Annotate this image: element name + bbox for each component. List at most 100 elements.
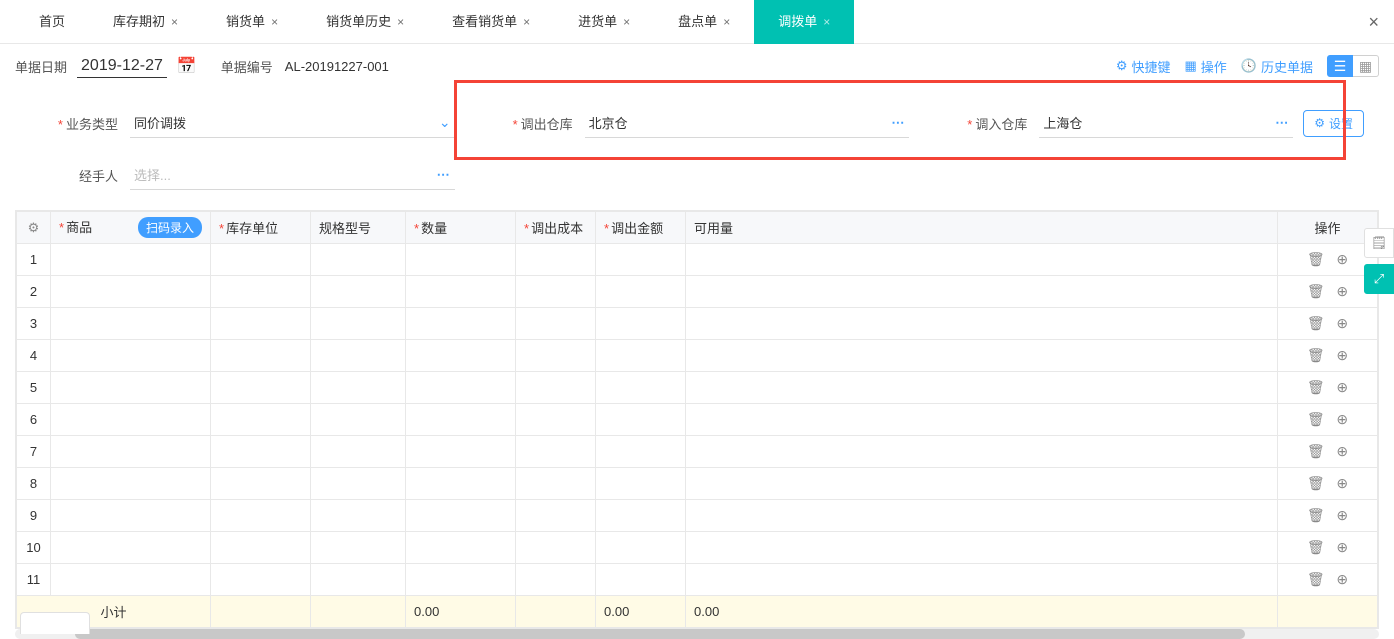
handler-select[interactable]: 选择... ⋯ — [130, 160, 455, 190]
tab-sales-history[interactable]: 销货单历史× — [302, 0, 428, 44]
history-icon: 🕓 — [1241, 58, 1257, 74]
table-row[interactable]: 9 🗑 ⊕ — [17, 500, 1378, 532]
toolbar: 单据日期 2019-12-27 📅 单据编号 AL-20191227-001 ⚙… — [0, 44, 1394, 88]
add-icon[interactable]: ⊕ — [1336, 315, 1348, 331]
view-toggle: ☰ ▦ — [1327, 55, 1379, 77]
row-number: 9 — [17, 500, 51, 532]
delete-icon[interactable]: 🗑 — [1307, 379, 1325, 395]
delete-icon[interactable]: 🗑 — [1307, 443, 1325, 459]
col-product: 商品扫码录入 — [51, 212, 211, 244]
delete-icon[interactable]: 🗑 — [1307, 475, 1325, 491]
delete-icon[interactable]: 🗑 — [1307, 315, 1325, 331]
in-warehouse-select[interactable]: 上海仓 ⋯ — [1039, 108, 1293, 138]
comment-button[interactable]: 🗒 — [1364, 228, 1394, 258]
table-row[interactable]: 6 🗑 ⊕ — [17, 404, 1378, 436]
subtotal-out-amount: 0.00 — [596, 596, 686, 628]
subtotal-row: 小计 0.00 0.00 0.00 — [17, 596, 1378, 628]
close-icon[interactable]: × — [823, 0, 830, 44]
form-area: *业务类型 同价调拨 ⌄ *调出仓库 北京仓 ⋯ *调入仓库 上海仓 ⋯ ⚙设置… — [0, 88, 1394, 200]
calendar-icon[interactable]: 📅 — [177, 56, 197, 76]
tabs-bar: 首页 库存期初× 销货单× 销货单历史× 查看销货单× 进货单× 盘点单× 调拨… — [0, 0, 1394, 44]
view-list-button[interactable]: ☰ — [1327, 55, 1353, 77]
col-available: 可用量 — [686, 212, 1278, 244]
float-buttons: 🗒 ⤢ — [1364, 228, 1394, 300]
col-out-amount: 调出金额 — [596, 212, 686, 244]
close-icon[interactable]: × — [397, 0, 404, 44]
table-row[interactable]: 2 🗑 ⊕ — [17, 276, 1378, 308]
gear-icon: ⚙ — [1314, 116, 1325, 130]
delete-icon[interactable]: 🗑 — [1307, 539, 1325, 555]
delete-icon[interactable]: 🗑 — [1307, 507, 1325, 523]
tab-home[interactable]: 首页 — [15, 0, 89, 44]
operate-link[interactable]: ▦操作 — [1184, 57, 1226, 76]
biz-type-select[interactable]: 同价调拨 ⌄ — [130, 108, 455, 138]
add-icon[interactable]: ⊕ — [1336, 443, 1348, 459]
delete-icon[interactable]: 🗑 — [1307, 571, 1325, 587]
tab-stock-init[interactable]: 库存期初× — [89, 0, 202, 44]
close-all-tabs[interactable]: × — [1368, 12, 1379, 33]
add-icon[interactable]: ⊕ — [1336, 347, 1348, 363]
more-icon[interactable]: ⋯ — [891, 115, 905, 131]
scan-badge[interactable]: 扫码录入 — [138, 217, 202, 238]
gear-column-header[interactable]: ⚙ — [17, 212, 51, 244]
row-number: 6 — [17, 404, 51, 436]
table-row[interactable]: 8 🗑 ⊕ — [17, 468, 1378, 500]
in-warehouse-label: *调入仓库 — [939, 114, 1039, 133]
bill-number-value: AL-20191227-001 — [285, 59, 389, 74]
view-grid-button[interactable]: ▦ — [1353, 55, 1379, 77]
gear-icon: ⚙ — [1116, 58, 1128, 74]
table-row[interactable]: 7 🗑 ⊕ — [17, 436, 1378, 468]
table-row[interactable]: 4 🗑 ⊕ — [17, 340, 1378, 372]
date-input[interactable]: 2019-12-27 — [77, 55, 167, 78]
close-icon[interactable]: × — [523, 0, 530, 44]
add-icon[interactable]: ⊕ — [1336, 507, 1348, 523]
add-icon[interactable]: ⊕ — [1336, 475, 1348, 491]
bottom-dock[interactable] — [20, 612, 90, 634]
row-number: 8 — [17, 468, 51, 500]
history-link[interactable]: 🕓历史单据 — [1241, 57, 1313, 76]
close-icon[interactable]: × — [171, 0, 178, 44]
table-row[interactable]: 11 🗑 ⊕ — [17, 564, 1378, 596]
delete-icon[interactable]: 🗑 — [1307, 251, 1325, 267]
add-icon[interactable]: ⊕ — [1336, 379, 1348, 395]
add-icon[interactable]: ⊕ — [1336, 539, 1348, 555]
shortcut-link[interactable]: ⚙快捷键 — [1116, 57, 1171, 76]
expand-button[interactable]: ⤢ — [1364, 264, 1394, 294]
close-icon[interactable]: × — [723, 0, 730, 44]
horizontal-scrollbar[interactable] — [15, 629, 1379, 639]
add-icon[interactable]: ⊕ — [1336, 411, 1348, 427]
date-label: 单据日期 — [15, 57, 67, 76]
add-icon[interactable]: ⊕ — [1336, 571, 1348, 587]
tab-sales-order[interactable]: 销货单× — [202, 0, 302, 44]
close-icon[interactable]: × — [623, 0, 630, 44]
table-row[interactable]: 10 🗑 ⊕ — [17, 532, 1378, 564]
more-icon[interactable]: ⋯ — [437, 167, 451, 183]
bill-number-label: 单据编号 — [221, 57, 273, 76]
row-number: 5 — [17, 372, 51, 404]
table-row[interactable]: 3 🗑 ⊕ — [17, 308, 1378, 340]
table-row[interactable]: 5 🗑 ⊕ — [17, 372, 1378, 404]
tab-view-sales[interactable]: 查看销货单× — [428, 0, 554, 44]
settings-button[interactable]: ⚙设置 — [1303, 110, 1364, 137]
subtotal-qty: 0.00 — [406, 596, 516, 628]
add-icon[interactable]: ⊕ — [1336, 251, 1348, 267]
add-icon[interactable]: ⊕ — [1336, 283, 1348, 299]
close-icon[interactable]: × — [271, 0, 278, 44]
grid-icon: ▦ — [1184, 58, 1196, 74]
table-row[interactable]: 1 🗑 ⊕ — [17, 244, 1378, 276]
tab-transfer[interactable]: 调拨单× — [754, 0, 854, 44]
tab-purchase[interactable]: 进货单× — [554, 0, 654, 44]
tab-stocktake[interactable]: 盘点单× — [654, 0, 754, 44]
delete-icon[interactable]: 🗑 — [1307, 347, 1325, 363]
line-items-table: ⚙ 商品扫码录入 库存单位 规格型号 数量 调出成本 调出金额 可用量 操作 1… — [15, 210, 1379, 629]
more-icon[interactable]: ⋯ — [1275, 115, 1289, 131]
row-number: 2 — [17, 276, 51, 308]
delete-icon[interactable]: 🗑 — [1307, 411, 1325, 427]
row-number: 4 — [17, 340, 51, 372]
col-unit: 库存单位 — [211, 212, 311, 244]
biz-type-label: *业务类型 — [30, 114, 130, 133]
out-warehouse-select[interactable]: 北京仓 ⋯ — [585, 108, 910, 138]
row-number: 3 — [17, 308, 51, 340]
delete-icon[interactable]: 🗑 — [1307, 283, 1325, 299]
col-out-cost: 调出成本 — [516, 212, 596, 244]
